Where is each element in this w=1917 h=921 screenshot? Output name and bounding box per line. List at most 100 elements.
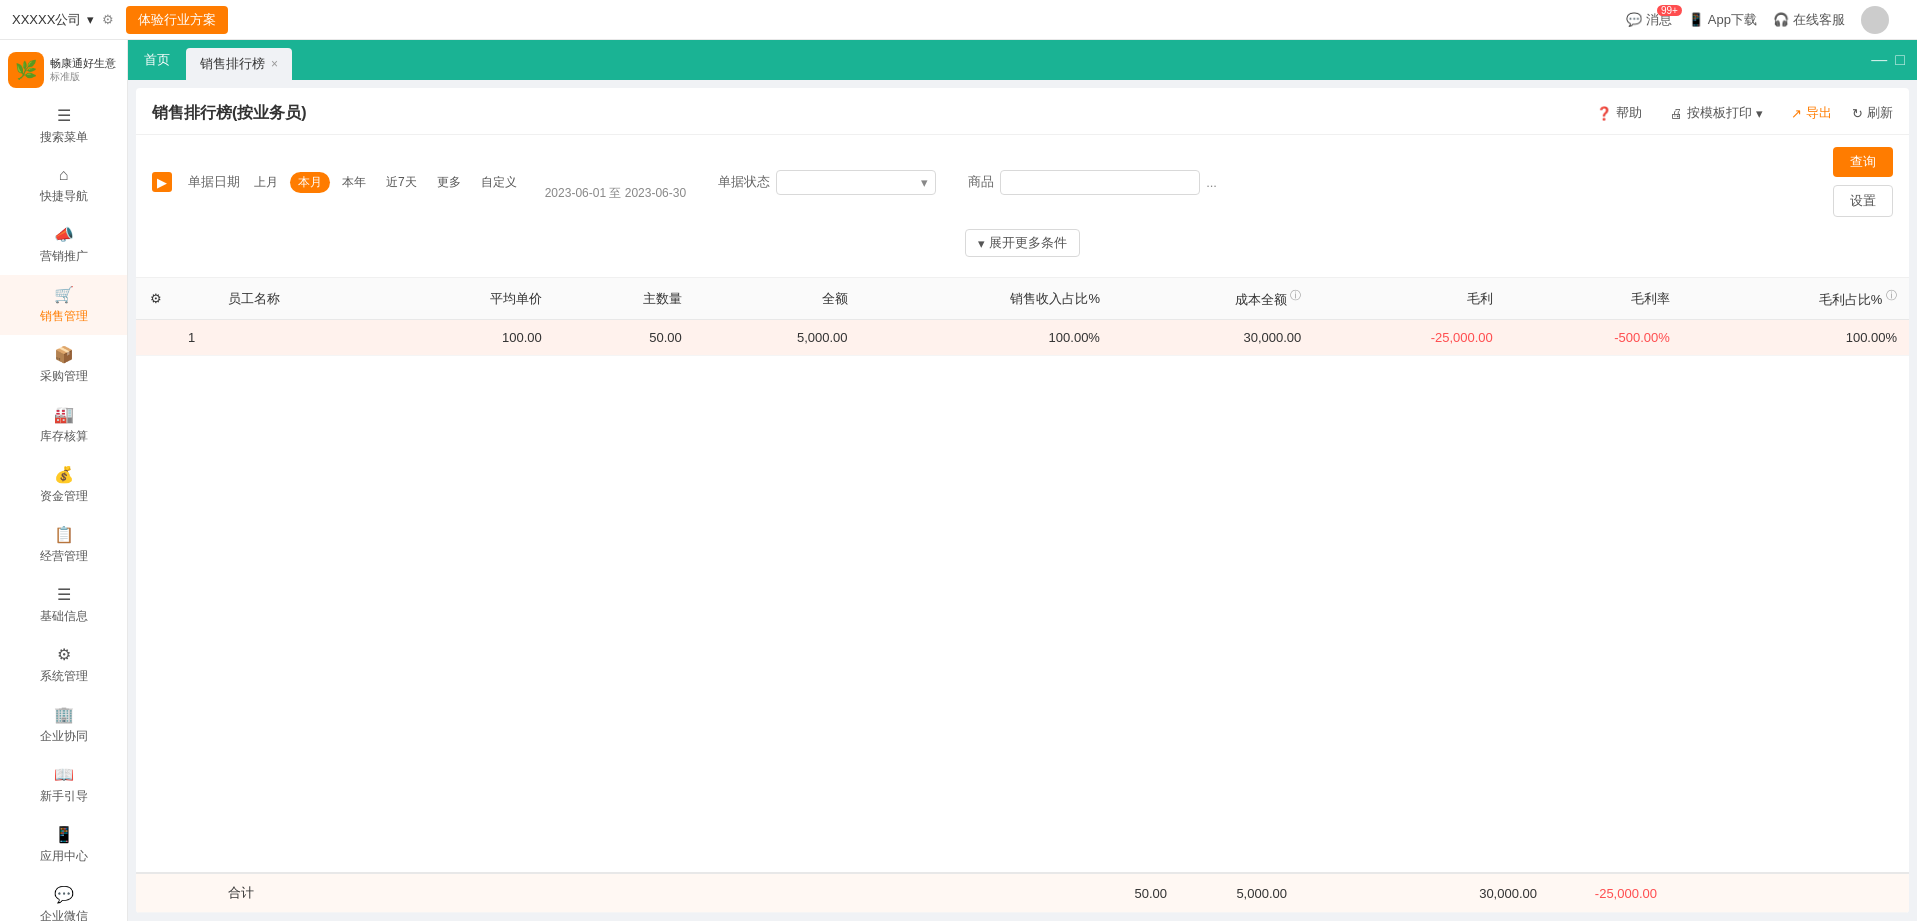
tab-home[interactable]: 首页	[128, 40, 186, 80]
message-btn[interactable]: 💬 消息 99+	[1626, 11, 1672, 29]
page-header: 销售排行榜(按业务员) ❓ 帮助 🖨 按模板打印 ▾ ↗ 导出	[136, 88, 1909, 135]
date-tab-current-month[interactable]: 本月	[290, 172, 330, 193]
question-icon: ❓	[1596, 106, 1612, 121]
filter-expand-icon[interactable]: ▶	[152, 172, 172, 192]
query-btn[interactable]: 查询	[1833, 147, 1893, 177]
home-icon: ⌂	[59, 166, 69, 184]
filter-status: 单据状态	[718, 170, 936, 195]
date-tab-custom[interactable]: 自定义	[473, 172, 525, 193]
footer-cell-gross-rate	[1669, 874, 1789, 913]
cell-gross-ratio: 100.00%	[1682, 320, 1909, 356]
help-label: 帮助	[1616, 104, 1642, 122]
goods-input[interactable]	[1000, 170, 1200, 195]
sidebar-item-label: 营销推广	[40, 248, 88, 265]
sidebar: 🌿 畅康通好生意 标准版 ☰ 搜索菜单 ⌂ 快捷导航 📣 营销推广 🛒 销售管理…	[0, 40, 128, 921]
sidebar-item-sales[interactable]: 🛒 销售管理	[0, 275, 127, 335]
app-icon: 📱	[1688, 12, 1704, 27]
sidebar-item-label: 采购管理	[40, 368, 88, 385]
status-select[interactable]	[776, 170, 936, 195]
minimize-icon[interactable]: —	[1871, 51, 1887, 69]
expand-more-btn[interactable]: ▾ 展开更多条件	[965, 229, 1080, 257]
box-icon: 📦	[54, 345, 74, 364]
settings-btn[interactable]: 设置	[1833, 185, 1893, 217]
sidebar-item-wechat[interactable]: 💬 企业微信	[0, 875, 127, 921]
date-tab-more[interactable]: 更多	[429, 172, 469, 193]
sidebar-item-system[interactable]: ⚙ 系统管理	[0, 635, 127, 695]
cell-rank: 1	[176, 320, 216, 356]
date-tab-current-year[interactable]: 本年	[334, 172, 374, 193]
tab-sales-ranking[interactable]: 销售排行榜 ×	[186, 48, 292, 80]
sidebar-item-label: 系统管理	[40, 668, 88, 685]
tab-close-icon[interactable]: ×	[271, 57, 278, 71]
table-area: ⚙ 员工名称 平均单价 主数量 全额 销售收入占比% 成本全额 ⓘ 毛利	[136, 278, 1909, 872]
table-body: 1 100.00 50.00 5,000.00 100.00% 30,000.0…	[136, 320, 1909, 356]
footer-cell-empty1	[136, 874, 176, 913]
filter-goods: 商品 ...	[968, 170, 1217, 195]
avatar[interactable]	[1861, 6, 1889, 34]
cell-settings	[136, 320, 176, 356]
sidebar-item-quick-nav[interactable]: ⌂ 快捷导航	[0, 156, 127, 215]
page-actions: ❓ 帮助 🖨 按模板打印 ▾ ↗ 导出 ↻ 刷新	[1588, 100, 1893, 126]
online-service-btn[interactable]: 🎧 在线客服	[1773, 11, 1845, 29]
col-avg-price: 平均单价	[385, 278, 554, 320]
col-settings[interactable]: ⚙	[136, 278, 176, 320]
print-chevron-icon: ▾	[1756, 106, 1763, 121]
sidebar-logo: 🌿 畅康通好生意 标准版	[0, 40, 127, 96]
list-icon: ☰	[57, 585, 71, 604]
company-name: XXXXX公司	[12, 11, 81, 29]
footer-cell-gross-ratio	[1789, 874, 1909, 913]
footer-cell-amount: 5,000.00	[1179, 874, 1299, 913]
sidebar-item-guide[interactable]: 📖 新手引导	[0, 755, 127, 815]
help-btn[interactable]: ❓ 帮助	[1588, 100, 1650, 126]
topbar-settings-icon[interactable]: ⚙	[102, 12, 114, 27]
sidebar-item-label: 企业微信	[40, 908, 88, 921]
sidebar-item-search-order[interactable]: ☰ 搜索菜单	[0, 96, 127, 156]
sidebar-item-purchase[interactable]: 📦 采购管理	[0, 335, 127, 395]
app-label: App下载	[1708, 11, 1757, 29]
sidebar-item-inventory[interactable]: 🏭 库存核算	[0, 395, 127, 455]
date-tab-prev-month[interactable]: 上月	[246, 172, 286, 193]
filter-date: 单据日期 上月 本月 本年 近7天 更多 自定义	[188, 172, 525, 193]
table-footer: 合计 50.00 5,000.00 30,000.00 -25,000.00	[136, 872, 1909, 913]
gross-ratio-info-icon[interactable]: ⓘ	[1886, 289, 1897, 301]
col-cost: 成本全额 ⓘ	[1112, 278, 1313, 320]
export-label: 导出	[1806, 104, 1832, 122]
refresh-btn[interactable]: ↻ 刷新	[1852, 104, 1893, 122]
content-area: 首页 销售排行榜 × — □ 销售排行榜(按业务员) ❓ 帮助	[128, 40, 1917, 921]
cost-info-icon[interactable]: ⓘ	[1290, 289, 1301, 301]
topbar-right: 💬 消息 99+ 📱 App下载 🎧 在线客服	[1626, 6, 1905, 34]
cell-avg-price: 100.00	[385, 320, 554, 356]
col-gross-rate: 毛利率	[1505, 278, 1682, 320]
sidebar-item-label: 新手引导	[40, 788, 88, 805]
company-selector[interactable]: XXXXX公司 ▾	[12, 11, 94, 29]
date-tabs: 上月 本月 本年 近7天 更多 自定义	[246, 172, 525, 193]
sidebar-item-app-center[interactable]: 📱 应用中心	[0, 815, 127, 875]
print-label: 按模板打印	[1687, 104, 1752, 122]
sidebar-item-enterprise[interactable]: 🏢 企业协同	[0, 695, 127, 755]
cell-qty: 50.00	[554, 320, 694, 356]
table-header-row: ⚙ 员工名称 平均单价 主数量 全额 销售收入占比% 成本全额 ⓘ 毛利	[136, 278, 1909, 320]
goods-more[interactable]: ...	[1206, 175, 1217, 190]
sidebar-item-marketing[interactable]: 📣 营销推广	[0, 215, 127, 275]
app-download-btn[interactable]: 📱 App下载	[1688, 11, 1757, 29]
col-qty: 主数量	[554, 278, 694, 320]
maximize-icon[interactable]: □	[1895, 51, 1905, 69]
experience-btn[interactable]: 体验行业方案	[126, 6, 228, 34]
page-content: 销售排行榜(按业务员) ❓ 帮助 🖨 按模板打印 ▾ ↗ 导出	[136, 88, 1909, 913]
service-label: 在线客服	[1793, 11, 1845, 29]
cell-amount: 5,000.00	[694, 320, 860, 356]
cell-name	[216, 320, 385, 356]
sidebar-item-label: 搜索菜单	[40, 129, 88, 146]
gear-icon: ⚙	[57, 645, 71, 664]
date-tab-7days[interactable]: 近7天	[378, 172, 425, 193]
footer-row: 合计 50.00 5,000.00 30,000.00 -25,000.00	[136, 874, 1909, 913]
sidebar-item-operation[interactable]: 📋 经营管理	[0, 515, 127, 575]
col-name: 员工名称	[216, 278, 385, 320]
footer-table: 合计 50.00 5,000.00 30,000.00 -25,000.00	[136, 874, 1909, 913]
col-gross-ratio: 毛利占比% ⓘ	[1682, 278, 1909, 320]
sidebar-item-basic-info[interactable]: ☰ 基础信息	[0, 575, 127, 635]
sidebar-item-finance[interactable]: 💰 资金管理	[0, 455, 127, 515]
export-btn[interactable]: ↗ 导出	[1783, 100, 1840, 126]
building-icon: 🏢	[54, 705, 74, 724]
print-btn[interactable]: 🖨 按模板打印 ▾	[1662, 100, 1771, 126]
